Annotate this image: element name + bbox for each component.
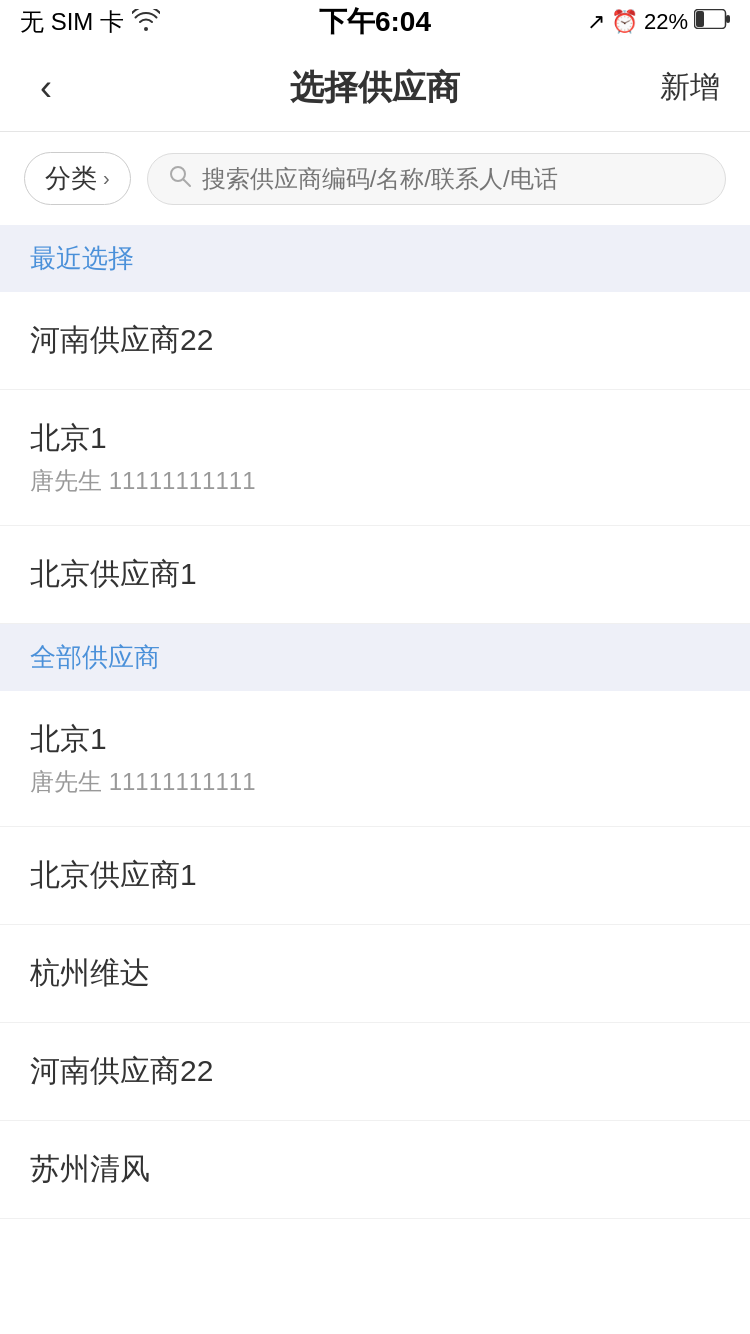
search-input[interactable] [202, 165, 705, 193]
item-name: 北京供应商1 [30, 554, 720, 595]
list-item[interactable]: 北京供应商1 [0, 827, 750, 925]
back-button[interactable]: ‹ [30, 57, 62, 119]
chevron-right-icon: › [103, 167, 110, 190]
alarm-icon: ⏰ [611, 9, 638, 35]
status-right: ↗ ⏰ 22% [587, 9, 730, 35]
item-name: 北京供应商1 [30, 855, 720, 896]
filter-row: 分类 › [0, 132, 750, 225]
item-name: 河南供应商22 [30, 1051, 720, 1092]
item-name: 北京1 [30, 418, 720, 459]
time-display: 下午6:04 [319, 3, 431, 41]
list-item[interactable]: 北京1 唐先生 11111111111 [0, 390, 750, 526]
search-icon [168, 164, 192, 194]
list-item[interactable]: 河南供应商22 [0, 292, 750, 390]
item-name: 河南供应商22 [30, 320, 720, 361]
location-icon: ↗ [587, 9, 605, 35]
recent-section-label: 最近选择 [30, 243, 134, 273]
category-label: 分类 [45, 161, 97, 196]
item-name: 苏州清风 [30, 1149, 720, 1190]
carrier-text: 无 SIM 卡 [20, 6, 124, 38]
nav-bar: ‹ 选择供应商 新增 [0, 44, 750, 132]
wifi-icon [132, 9, 160, 36]
search-box[interactable] [147, 153, 726, 205]
page-title: 选择供应商 [290, 65, 460, 111]
add-button[interactable]: 新增 [660, 67, 720, 108]
status-left: 无 SIM 卡 [20, 6, 160, 38]
list-item[interactable]: 北京1 唐先生 11111111111 [0, 691, 750, 827]
battery-icon [694, 9, 730, 35]
list-item[interactable]: 河南供应商22 [0, 1023, 750, 1121]
category-filter[interactable]: 分类 › [24, 152, 131, 205]
list-item[interactable]: 杭州维达 [0, 925, 750, 1023]
item-name: 杭州维达 [30, 953, 720, 994]
list-item[interactable]: 苏州清风 [0, 1121, 750, 1219]
battery-text: 22% [644, 9, 688, 35]
all-section-header: 全部供应商 [0, 624, 750, 691]
recent-section-header: 最近选择 [0, 225, 750, 292]
list-item[interactable]: 北京供应商1 [0, 526, 750, 624]
recent-items-list: 河南供应商22 北京1 唐先生 11111111111 北京供应商1 [0, 292, 750, 624]
svg-line-4 [183, 179, 190, 186]
item-sub: 唐先生 11111111111 [30, 465, 720, 497]
all-section-label: 全部供应商 [30, 642, 160, 672]
all-items-list: 北京1 唐先生 11111111111 北京供应商1 杭州维达河南供应商22 苏州清风 [0, 691, 750, 1219]
svg-rect-1 [726, 15, 730, 23]
item-name: 北京1 [30, 719, 720, 760]
svg-rect-2 [696, 11, 704, 27]
status-bar: 无 SIM 卡 下午6:04 ↗ ⏰ 22% [0, 0, 750, 44]
item-sub: 唐先生 11111111111 [30, 766, 720, 798]
